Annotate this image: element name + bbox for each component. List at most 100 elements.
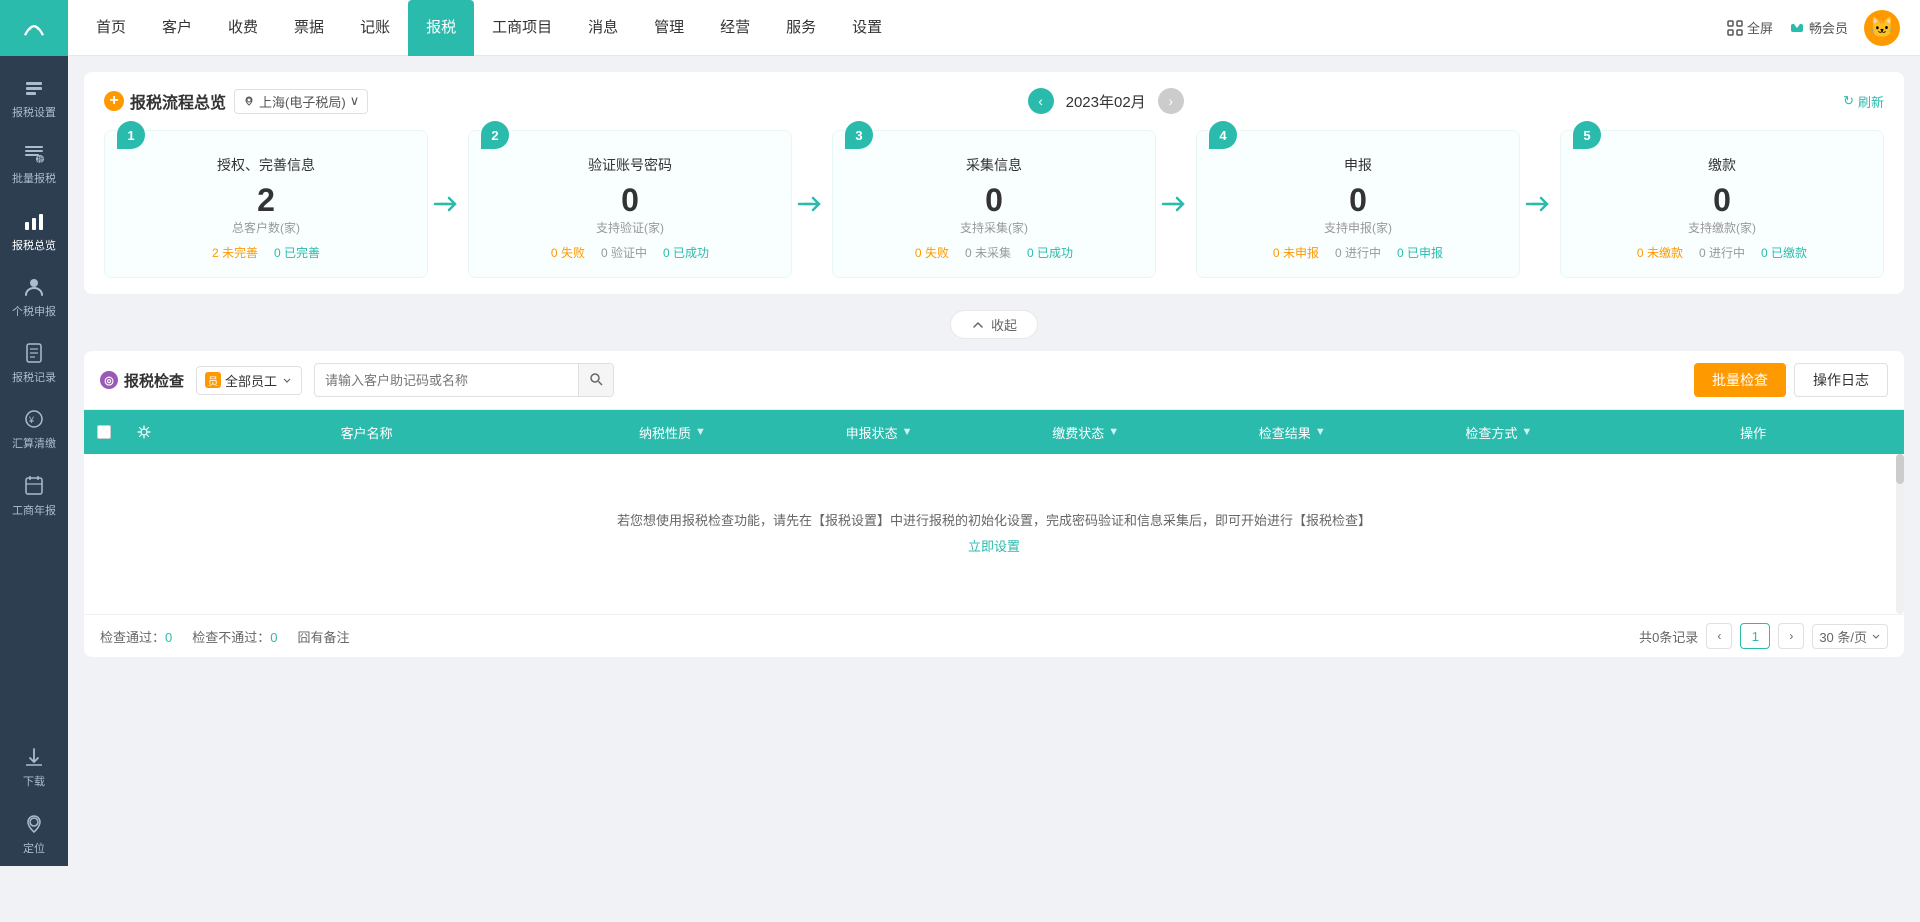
step5-stat-success[interactable]: 0 已缴款: [1761, 244, 1807, 261]
sidebar-item-personal-tax[interactable]: 个税申报: [0, 263, 68, 329]
check-title-icon: ◎: [100, 371, 118, 389]
step-count-5: 0: [1577, 181, 1867, 219]
col-settings: [124, 424, 164, 440]
nav-tax[interactable]: 报税: [408, 0, 474, 56]
step3-stat-processing[interactable]: 0 未采集: [965, 244, 1011, 261]
personal-tax-icon: [20, 273, 48, 301]
nav-items: 首页 客户 收费 票据 记账 报税 工商项目 消息 管理 经营 服务 设置: [68, 0, 1727, 56]
empty-tip-text: 若您想使用报税检查功能，请先在【报税设置】中进行报税的初始化设置，完成密码验证和…: [617, 508, 1371, 534]
page-size-select[interactable]: 30 条/页: [1812, 624, 1888, 649]
nav-bookkeeping[interactable]: 记账: [342, 0, 408, 56]
header-checkbox[interactable]: [97, 425, 111, 439]
step-desc-1: 总客户数(家): [121, 219, 411, 236]
table-header: 客户名称 纳税性质 ▼ 申报状态 ▼ 缴费状态 ▼ 检查结果 ▼: [84, 410, 1904, 454]
prev-month-btn[interactable]: ‹: [1028, 88, 1054, 114]
flow-overview-title: 报税流程总览: [130, 89, 226, 113]
next-page-btn[interactable]: ›: [1778, 623, 1804, 649]
svg-text:¥: ¥: [28, 415, 35, 425]
next-month-btn[interactable]: ›: [1158, 88, 1184, 114]
staff-select[interactable]: 员 全部员工: [196, 366, 302, 395]
batch-check-button[interactable]: 批量检查: [1694, 363, 1786, 397]
sidebar-label-annual-settlement: 汇算清缴: [12, 437, 56, 451]
collapse-row: 收起: [84, 310, 1904, 339]
step-desc-4: 支持申报(家): [1213, 219, 1503, 236]
nav-management[interactable]: 管理: [636, 0, 702, 56]
arrow-1-2: [428, 130, 468, 278]
step2-stat-processing[interactable]: 0 验证中: [601, 244, 647, 261]
app-logo[interactable]: [0, 0, 68, 56]
table-footer: 检查通过：0 检查不通过：0 囧有备注 共0条记录 ‹ 1 › 30 条/页: [84, 614, 1904, 657]
step4-stat-processing[interactable]: 0 进行中: [1335, 244, 1381, 261]
step-num-1: 1: [117, 121, 145, 149]
nav-settings[interactable]: 设置: [834, 0, 900, 56]
step-title-3: 采集信息: [849, 155, 1139, 175]
sidebar-item-annual-settlement[interactable]: ¥ 汇算清缴: [0, 395, 68, 461]
tax-filter-icon[interactable]: ▼: [695, 426, 706, 438]
sidebar-item-tax-settings[interactable]: 报税设置: [0, 64, 68, 130]
sidebar-item-annual-report[interactable]: 工商年报: [0, 462, 68, 528]
main-content: + 报税流程总览 上海(电子税局) ∨ ‹ 2023年02月 › ↻ 刷新: [68, 56, 1920, 866]
sidebar-label-personal-tax: 个税申报: [12, 305, 56, 319]
flow-card-header: + 报税流程总览 上海(电子税局) ∨ ‹ 2023年02月 › ↻ 刷新: [104, 88, 1884, 114]
nav-client[interactable]: 客户: [144, 0, 210, 56]
col-action: 操作: [1602, 423, 1904, 442]
step2-stat-success[interactable]: 0 已成功: [663, 244, 709, 261]
pay-filter-icon[interactable]: ▼: [1108, 426, 1119, 438]
collapse-button[interactable]: 收起: [950, 310, 1038, 339]
step4-stat-success[interactable]: 0 已申报: [1397, 244, 1443, 261]
step5-stat-fail[interactable]: 0 未缴款: [1637, 244, 1683, 261]
step-title-1: 授权、完善信息: [121, 155, 411, 175]
refresh-button[interactable]: ↻ 刷新: [1843, 92, 1884, 111]
table-scrollbar[interactable]: [1896, 454, 1904, 614]
nav-operation[interactable]: 经营: [702, 0, 768, 56]
location-icon: [20, 810, 48, 838]
step4-stat-fail[interactable]: 0 未申报: [1273, 244, 1319, 261]
method-filter-icon[interactable]: ▼: [1521, 426, 1532, 438]
col-pay: 缴费状态 ▼: [982, 423, 1189, 442]
step-desc-2: 支持验证(家): [485, 219, 775, 236]
step-desc-5: 支持缴款(家): [1577, 219, 1867, 236]
sidebar-item-tax-overview[interactable]: 报税总览: [0, 197, 68, 263]
sidebar-item-download[interactable]: 下载: [0, 733, 68, 799]
step-count-3: 0: [849, 181, 1139, 219]
avatar[interactable]: 🐱: [1864, 10, 1900, 46]
arrow-4-5: [1520, 130, 1560, 278]
search-input[interactable]: [315, 367, 578, 394]
step5-stat-processing[interactable]: 0 进行中: [1699, 244, 1745, 261]
sidebar-item-batch-tax[interactable]: 批 批量报税: [0, 130, 68, 196]
operation-log-button[interactable]: 操作日志: [1794, 363, 1888, 397]
col-result: 检查结果 ▼: [1189, 423, 1396, 442]
nav-fee[interactable]: 收费: [210, 0, 276, 56]
declare-filter-icon[interactable]: ▼: [902, 426, 913, 438]
nav-home[interactable]: 首页: [78, 0, 144, 56]
step2-stat-fail[interactable]: 0 失败: [551, 244, 585, 261]
scrollbar-thumb: [1896, 454, 1904, 484]
nav-business[interactable]: 工商项目: [474, 0, 570, 56]
add-icon[interactable]: +: [104, 91, 124, 111]
sidebar-label-download: 下载: [23, 775, 45, 789]
fail-count[interactable]: 0: [270, 630, 277, 645]
step-num-2: 2: [481, 121, 509, 149]
pass-count[interactable]: 0: [165, 630, 172, 645]
result-filter-icon[interactable]: ▼: [1315, 426, 1326, 438]
search-button[interactable]: [578, 364, 613, 396]
top-nav-right: 全屏 畅会员 🐱: [1727, 10, 1920, 46]
step3-stat-fail[interactable]: 0 失败: [915, 244, 949, 261]
step1-stat-success[interactable]: 0 已完善: [274, 244, 320, 261]
setup-link[interactable]: 立即设置: [617, 534, 1371, 560]
vip-button[interactable]: 畅会员: [1789, 18, 1848, 37]
step3-stat-success[interactable]: 0 已成功: [1027, 244, 1073, 261]
prev-page-btn[interactable]: ‹: [1706, 623, 1732, 649]
nav-service[interactable]: 服务: [768, 0, 834, 56]
step1-stat-fail[interactable]: 2 未完善: [212, 244, 258, 261]
month-navigation: ‹ 2023年02月 ›: [1028, 88, 1184, 114]
sidebar-item-location[interactable]: 定位: [0, 800, 68, 866]
nav-invoice[interactable]: 票据: [276, 0, 342, 56]
sidebar-item-tax-record[interactable]: 报税记录: [0, 329, 68, 395]
location-tag[interactable]: 上海(电子税局) ∨: [234, 89, 368, 114]
flow-step-3: 3 采集信息 0 支持采集(家) 0 失败 0 未采集 0 已成功: [832, 130, 1156, 278]
sidebar-label-tax-overview: 报税总览: [12, 239, 56, 253]
fullscreen-button[interactable]: 全屏: [1727, 18, 1773, 37]
footer-left: 检查通过：0 检查不通过：0 囧有备注: [100, 627, 350, 646]
nav-message[interactable]: 消息: [570, 0, 636, 56]
